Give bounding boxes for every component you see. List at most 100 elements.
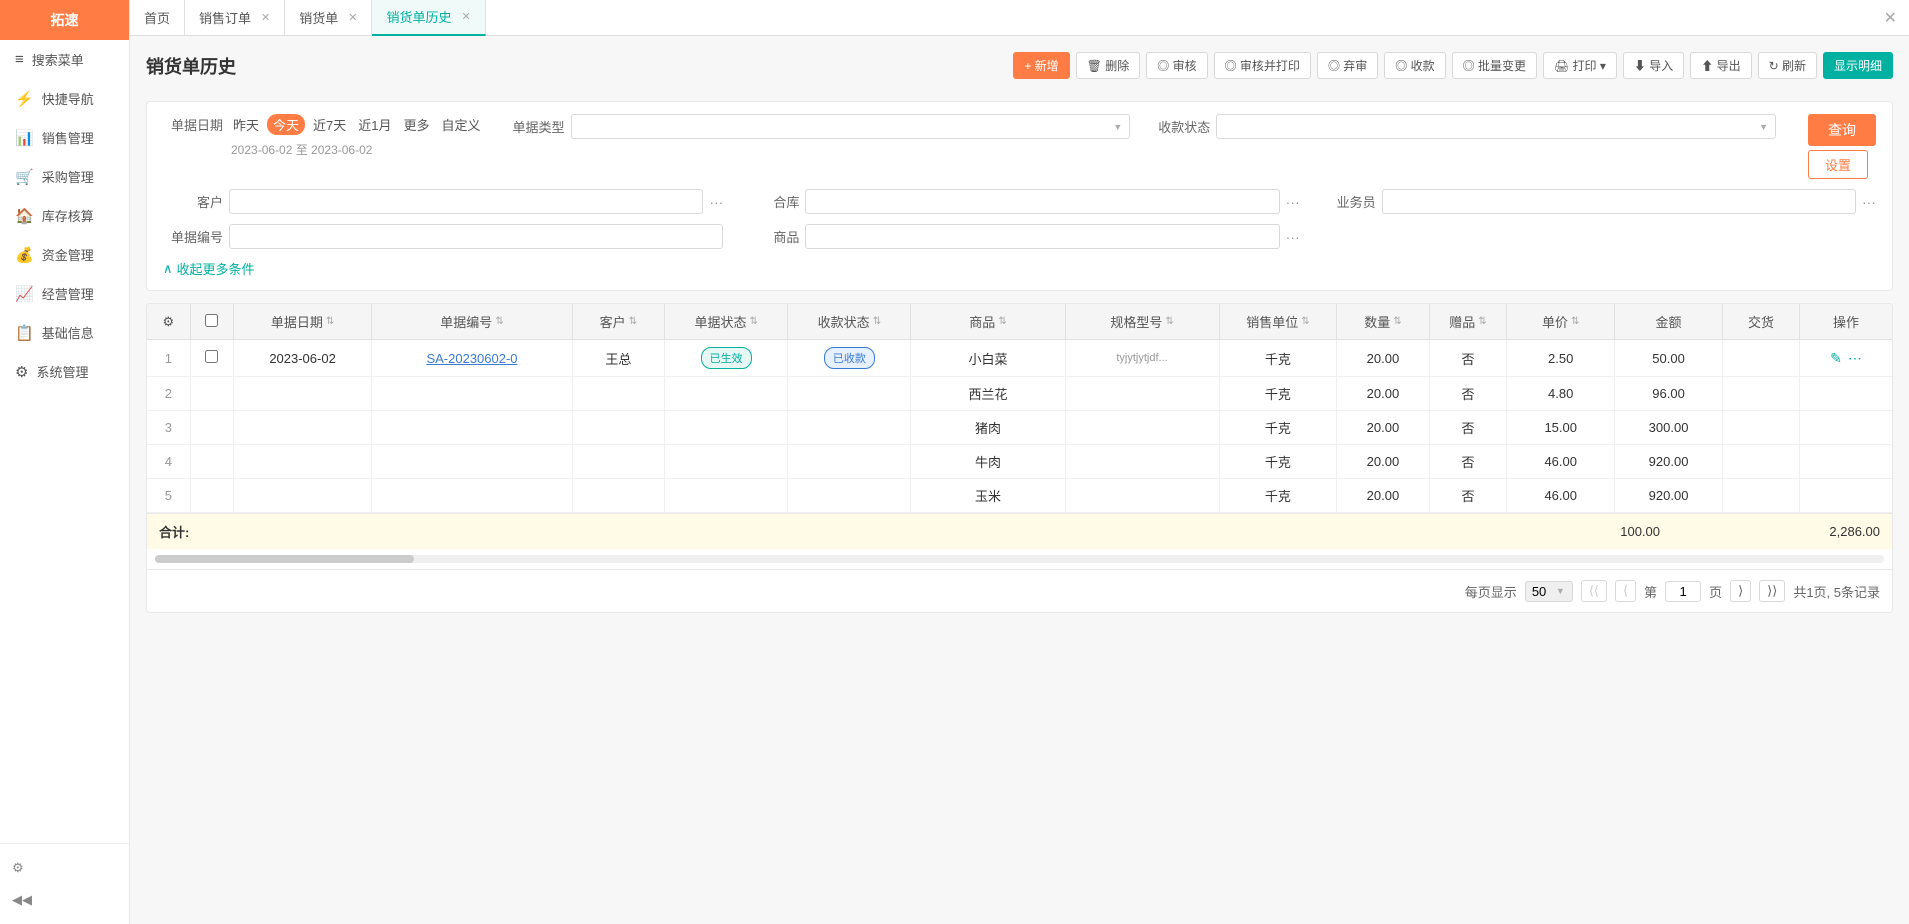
- edit-icon[interactable]: ✎: [1830, 350, 1842, 367]
- goods-input[interactable]: [805, 224, 1279, 249]
- pagination: 每页显示 50 100 ⟨⟨ ⟨ 第 页 ⟩ ⟩⟩ 共1页, 5条记录: [147, 569, 1892, 612]
- sidebar-item-sales-mgmt[interactable]: 📊 销售管理: [0, 118, 129, 157]
- row-code: [372, 411, 572, 445]
- show-detail-button[interactable]: 显示明细: [1823, 52, 1893, 79]
- goods-ellipsis[interactable]: ···: [1286, 229, 1300, 245]
- date-yesterday[interactable]: 昨天: [229, 114, 263, 135]
- warehouse-input[interactable]: [805, 189, 1279, 214]
- row-customer: [572, 411, 664, 445]
- col-header-collect-status: 收款状态 ⇅: [788, 304, 911, 340]
- sidebar-item-purchase-mgmt[interactable]: 🛒 采购管理: [0, 157, 129, 196]
- finance-icon: 💰: [15, 246, 34, 264]
- sort-qty[interactable]: 数量 ⇅: [1343, 312, 1422, 331]
- sidebar-item-quick-nav[interactable]: ⚡ 快捷导航: [0, 79, 129, 118]
- more-conditions-toggle[interactable]: ∧ 收起更多条件: [163, 259, 1876, 278]
- row-goods: 小白菜: [911, 340, 1065, 377]
- batch-change-button[interactable]: ◎ 批量变更: [1452, 52, 1537, 79]
- sidebar-item-base-info[interactable]: 📋 基础信息: [0, 313, 129, 352]
- gear-settings-icon[interactable]: ⚙: [162, 314, 174, 329]
- sort-customer[interactable]: 客户 ⇅: [579, 312, 658, 331]
- select-all-checkbox[interactable]: [205, 314, 218, 327]
- abandon-button[interactable]: ◎ 弃审: [1317, 52, 1378, 79]
- horizontal-scrollbar[interactable]: [155, 555, 1884, 563]
- sort-goods[interactable]: 商品 ⇅: [917, 312, 1058, 331]
- review-print-button[interactable]: ◎ 审核并打印: [1214, 52, 1311, 79]
- row-customer: 王总: [572, 340, 664, 377]
- date-custom[interactable]: 自定义: [438, 114, 485, 135]
- sidebar-bottom-collapse[interactable]: ◀◀: [0, 884, 129, 916]
- row-action: [1799, 479, 1892, 513]
- setting-button[interactable]: 设置: [1808, 150, 1868, 179]
- sidebar-item-search-menu[interactable]: ≡ 搜索菜单: [0, 40, 129, 79]
- filter-doc-type-label: 单据类型: [505, 117, 565, 136]
- pag-page-input[interactable]: [1665, 581, 1701, 602]
- business-input[interactable]: [1382, 189, 1856, 214]
- sort-collect-status[interactable]: 收款状态 ⇅: [794, 312, 904, 331]
- query-button[interactable]: 查询: [1808, 114, 1876, 146]
- date-1month[interactable]: 近1月: [354, 114, 395, 135]
- date-7days[interactable]: 近7天: [309, 114, 350, 135]
- filter-warehouse-label: 合库: [739, 192, 799, 211]
- pag-last-btn[interactable]: ⟩⟩: [1759, 580, 1785, 602]
- sort-date[interactable]: 单据日期 ⇅: [240, 312, 366, 331]
- print-button[interactable]: 🖨 打印 ▾: [1543, 52, 1617, 79]
- business-ellipsis[interactable]: ···: [1862, 194, 1876, 210]
- table-row: 5 玉米 千克 20.00 否 46.00 920.00: [147, 479, 1892, 513]
- doc-type-select[interactable]: [571, 114, 1131, 139]
- doc-type-select-wrapper: [571, 114, 1131, 139]
- customer-input[interactable]: [229, 189, 703, 214]
- row-unit: 千克: [1219, 479, 1337, 513]
- tabs-close-all[interactable]: ✕: [1872, 8, 1909, 28]
- pag-next-btn[interactable]: ⟩: [1730, 580, 1751, 602]
- row-collect-status: 已收款: [788, 340, 911, 377]
- date-more[interactable]: 更多: [400, 114, 434, 135]
- sort-price[interactable]: 单价 ⇅: [1513, 312, 1608, 331]
- export-button[interactable]: ⬆ 导出: [1690, 52, 1751, 79]
- row-customer: [572, 445, 664, 479]
- sort-spec[interactable]: 规格型号 ⇅: [1072, 312, 1213, 331]
- review-button[interactable]: ◎ 审核: [1146, 52, 1207, 79]
- row-select-checkbox[interactable]: [205, 350, 218, 363]
- sort-gift[interactable]: 赠品 ⇅: [1436, 312, 1501, 331]
- sort-price-icon: ⇅: [1571, 316, 1579, 327]
- sort-gift-icon: ⇅: [1478, 316, 1486, 327]
- delete-button[interactable]: 🗑 删除: [1076, 52, 1141, 79]
- sidebar-item-finance[interactable]: 💰 资金管理: [0, 235, 129, 274]
- sort-qty-icon: ⇅: [1393, 316, 1401, 327]
- doc-no-input[interactable]: [229, 224, 723, 249]
- refresh-button[interactable]: ↻ 刷新: [1758, 52, 1817, 79]
- tab-sales-history[interactable]: 销货单历史 ✕: [372, 0, 485, 36]
- sys-mgmt-icon: ⚙: [15, 363, 28, 381]
- filter-collect-status-field: 收款状态: [1150, 114, 1776, 139]
- customer-ellipsis[interactable]: ···: [709, 194, 723, 210]
- sort-doc-status[interactable]: 单据状态 ⇅: [671, 312, 781, 331]
- sidebar-item-sys-mgmt[interactable]: ⚙ 系统管理: [0, 352, 129, 391]
- sort-code[interactable]: 单据编号 ⇅: [378, 312, 565, 331]
- sort-unit[interactable]: 销售单位 ⇅: [1226, 312, 1331, 331]
- more-icon[interactable]: ⋯: [1848, 350, 1862, 367]
- filter-goods-label: 商品: [739, 227, 799, 246]
- footer-label: 合计:: [159, 522, 219, 541]
- pag-prev-btn[interactable]: ⟨: [1615, 580, 1636, 602]
- per-page-select[interactable]: 50 100: [1525, 581, 1573, 602]
- date-today[interactable]: 今天: [267, 114, 305, 135]
- tab-sales-order-close[interactable]: ✕: [261, 11, 270, 24]
- sidebar-item-inventory[interactable]: 🏠 库存核算: [0, 196, 129, 235]
- row-spec: tyjytjytjdf...: [1065, 340, 1219, 377]
- tab-sales-delivery-close[interactable]: ✕: [348, 11, 357, 24]
- tab-home[interactable]: 首页: [130, 0, 185, 36]
- sidebar-bottom-gear[interactable]: ⚙: [0, 852, 129, 884]
- sort-date-icon: ⇅: [326, 316, 334, 327]
- warehouse-ellipsis[interactable]: ···: [1286, 194, 1300, 210]
- tab-sales-history-close[interactable]: ✕: [462, 10, 471, 23]
- collect-button[interactable]: ◎ 收款: [1384, 52, 1445, 79]
- import-button[interactable]: ⬇ 导入: [1623, 52, 1684, 79]
- add-button[interactable]: + 新增: [1013, 52, 1069, 79]
- tab-sales-delivery[interactable]: 销货单 ✕: [285, 0, 372, 36]
- row-code-link[interactable]: SA-20230602-0: [426, 351, 517, 366]
- sidebar-item-operations[interactable]: 📈 经营管理: [0, 274, 129, 313]
- collect-status-select[interactable]: [1216, 114, 1776, 139]
- tab-sales-order[interactable]: 销售订单 ✕: [185, 0, 285, 36]
- pag-first-btn[interactable]: ⟨⟨: [1581, 580, 1607, 602]
- purchase-icon: 🛒: [15, 168, 34, 186]
